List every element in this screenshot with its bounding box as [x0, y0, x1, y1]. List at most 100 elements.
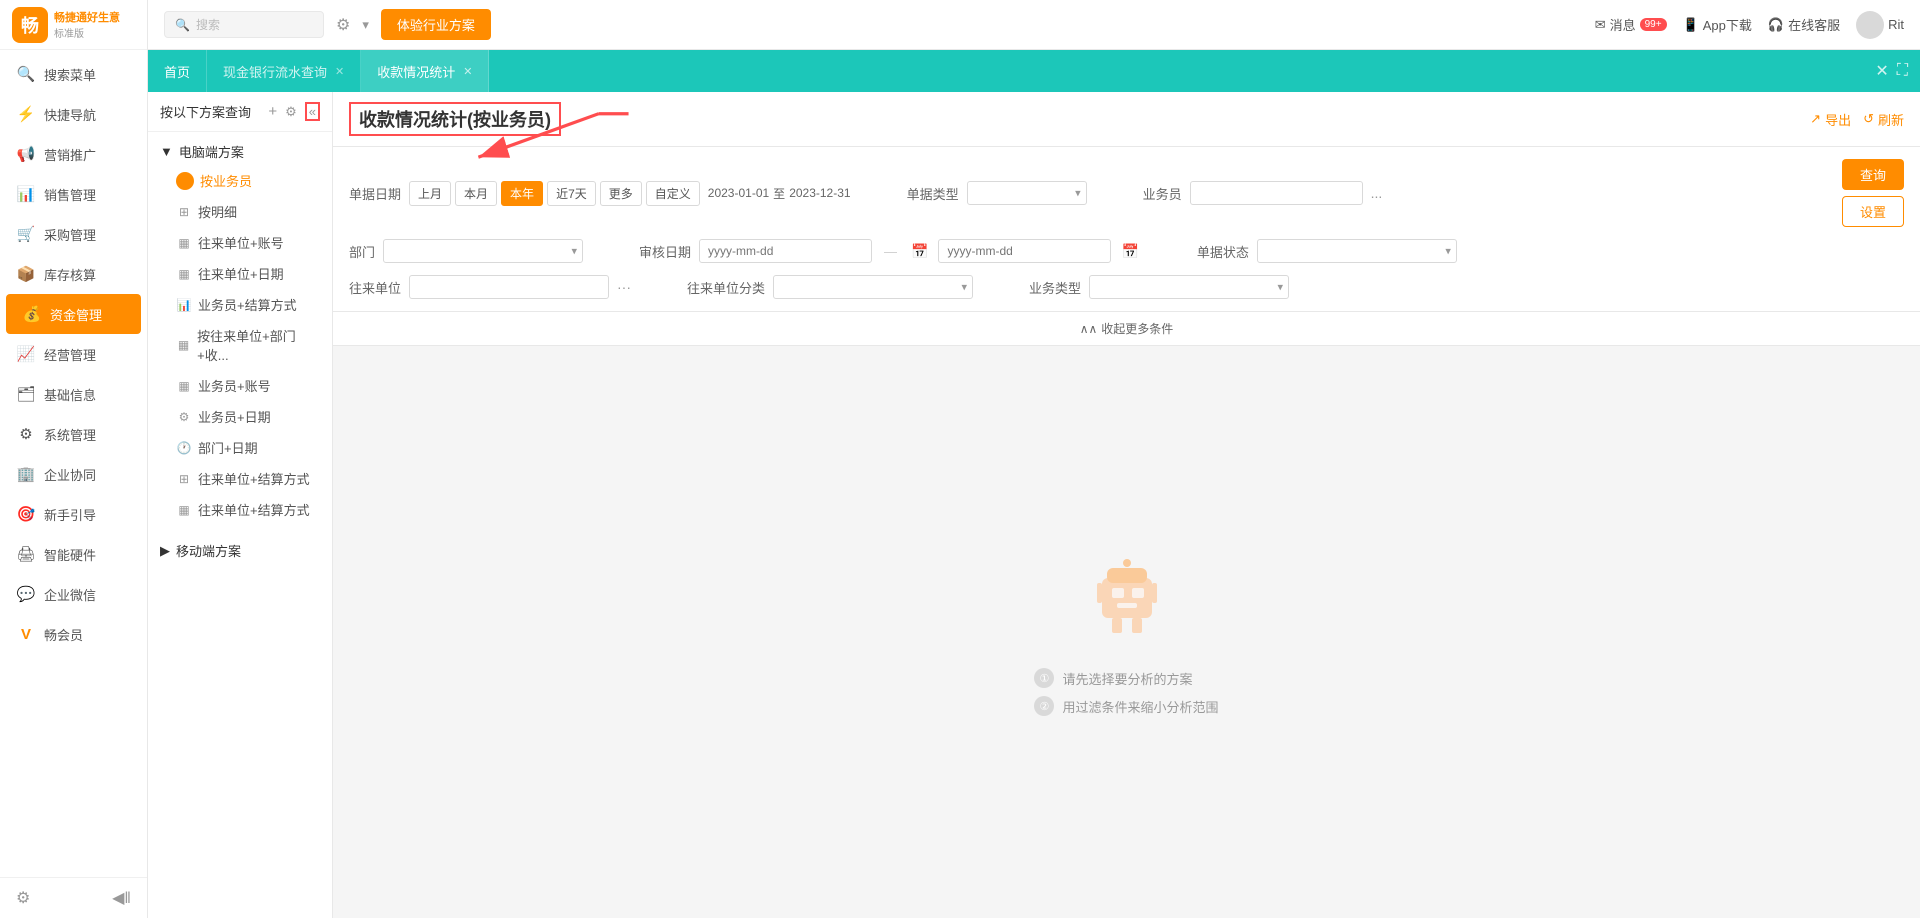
sidebar-item-search[interactable]: 🔍 搜索菜单 — [0, 54, 147, 94]
tab-home[interactable]: 首页 — [148, 50, 207, 92]
business-type-select[interactable] — [1089, 275, 1289, 299]
sidebar-item-system[interactable]: ⚙ 系统管理 — [0, 414, 147, 454]
scheme-item-counterpart-date[interactable]: ▦ 往来单位+日期 — [148, 258, 332, 289]
scheme-add-icon[interactable]: + — [268, 103, 277, 120]
scheme-header-title: 按以下方案查询 — [160, 102, 251, 121]
date-btn-this-year[interactable]: 本年 — [501, 181, 543, 206]
tab-close-window-icon[interactable]: ✕ — [1875, 61, 1888, 81]
scheme-item-salesperson-date[interactable]: ⚙ 业务员+日期 — [148, 401, 332, 432]
filter-salesperson-item: 业务员 ... — [1143, 181, 1383, 205]
online-service-button[interactable]: 🎧 在线客服 — [1768, 15, 1840, 34]
sidebar-item-quick-nav[interactable]: ⚡ 快捷导航 — [0, 94, 147, 134]
sidebar-item-guide[interactable]: 🎯 新手引导 — [0, 494, 147, 534]
tab-collection-stats[interactable]: 收款情况统计 ✕ — [361, 50, 489, 92]
table3-icon: ▦ — [176, 337, 191, 353]
sidebar-item-vip[interactable]: V 畅会员 — [0, 614, 147, 654]
refresh-button[interactable]: ↺ 刷新 — [1863, 110, 1904, 129]
sidebar-item-wechat[interactable]: 💬 企业微信 — [0, 574, 147, 614]
right-content: 收款情况统计(按业务员) ↗ 导出 ↺ 刷新 单据日期 — [333, 92, 1920, 918]
sidebar: 畅 畅捷通好生意 标准版 🔍 搜索菜单 ⚡ 快捷导航 📢 营销推广 📊 销售管理… — [0, 0, 148, 918]
hint-number-2: ② — [1034, 696, 1054, 716]
settings-footer-icon[interactable]: ⚙ — [16, 888, 30, 908]
sidebar-item-label: 库存核算 — [44, 265, 96, 284]
counterpart-input[interactable] — [409, 275, 609, 299]
sidebar-item-enterprise[interactable]: 🏢 企业协同 — [0, 454, 147, 494]
sidebar-item-finance[interactable]: 💰 资金管理 — [6, 294, 141, 334]
export-button[interactable]: ↗ 导出 — [1810, 110, 1851, 129]
sidebar-item-hardware[interactable]: 🖨 智能硬件 — [0, 534, 147, 574]
collapse-bar[interactable]: ∧∧ 收起更多条件 — [333, 312, 1920, 346]
scheme-collapse-icon[interactable]: « — [305, 102, 320, 121]
salesperson-more-icon[interactable]: ... — [1371, 185, 1383, 201]
topbar-right: ✉ 消息 99+ 📱 App下载 🎧 在线客服 Rit — [1595, 11, 1904, 39]
doc-status-label: 单据状态 — [1197, 242, 1249, 261]
scheme-item-label: 业务员+账号 — [198, 376, 271, 395]
sidebar-item-purchase[interactable]: 🛒 采购管理 — [0, 214, 147, 254]
expand-icon: ▼ — [160, 144, 173, 159]
review-date-from-input[interactable] — [699, 239, 872, 263]
scheme-item-counterpart-settlement1[interactable]: ⊞ 往来单位+结算方式 — [148, 463, 332, 494]
sidebar-item-sales[interactable]: 📊 销售管理 — [0, 174, 147, 214]
sidebar-item-inventory[interactable]: 📦 库存核算 — [0, 254, 147, 294]
sidebar-item-marketing[interactable]: 📢 营销推广 — [0, 134, 147, 174]
user-profile[interactable]: Rit — [1856, 11, 1904, 39]
sidebar-item-operations[interactable]: 📈 经营管理 — [0, 334, 147, 374]
department-select[interactable] — [383, 239, 583, 263]
expand-mobile-icon: ▶ — [160, 543, 170, 559]
sales-icon: 📊 — [16, 184, 36, 204]
topbar-search-box[interactable]: 🔍 搜索 — [164, 11, 324, 38]
counterpart-more-icon[interactable]: ··· — [617, 279, 631, 295]
scheme-settings-icon[interactable]: ⚙ — [285, 104, 297, 120]
messages-button[interactable]: ✉ 消息 99+ — [1595, 15, 1667, 34]
topbar-gear-icon[interactable]: ⚙ — [336, 15, 350, 35]
tab-bank-flow[interactable]: 现金银行流水查询 ✕ — [207, 50, 361, 92]
date-btn-last-month[interactable]: 上月 — [409, 181, 451, 206]
counterpart-category-label: 往来单位分类 — [687, 278, 765, 297]
settings-button[interactable]: 设置 — [1842, 196, 1904, 227]
sidebar-item-basic-info[interactable]: 🗂 基础信息 — [0, 374, 147, 414]
scheme-item-salesperson-settlement[interactable]: 📊 业务员+结算方式 — [148, 289, 332, 320]
topbar-chevron-icon[interactable]: ▾ — [362, 17, 369, 33]
doc-status-select[interactable] — [1257, 239, 1457, 263]
chart-icon: 📊 — [176, 297, 192, 313]
refresh-label: 刷新 — [1878, 110, 1904, 129]
messages-label: 消息 — [1610, 15, 1636, 34]
refresh-icon: ↺ — [1863, 111, 1874, 127]
date-btn-custom[interactable]: 自定义 — [646, 181, 700, 206]
scheme-item-salesperson-account[interactable]: ▦ 业务员+账号 — [148, 370, 332, 401]
filter-date-item: 单据日期 上月 本月 本年 近7天 更多 自定义 2023-01-01 至 — [349, 181, 851, 206]
scheme-item-by-salesperson[interactable]: 按业务员 — [148, 165, 332, 196]
tab-maximize-icon[interactable]: ⛶ — [1897, 62, 1908, 80]
scheme-section-desktop-title[interactable]: ▼ 电脑端方案 — [148, 138, 332, 165]
salesperson-input[interactable] — [1190, 181, 1363, 205]
scheme-item-counterpart-account[interactable]: ▦ 往来单位+账号 — [148, 227, 332, 258]
sidebar-item-label: 营销推广 — [44, 145, 96, 164]
scheme-item-label: 按明细 — [198, 202, 237, 221]
sidebar-item-label: 企业微信 — [44, 585, 96, 604]
date-separator: — — [884, 244, 897, 259]
system-icon: ⚙ — [16, 424, 36, 444]
voucher-type-select[interactable] — [967, 181, 1087, 205]
counterpart-category-select[interactable] — [773, 275, 973, 299]
page-actions: ↗ 导出 ↺ 刷新 — [1810, 110, 1904, 129]
date-range-display: 2023-01-01 至 2023-12-31 — [708, 185, 851, 202]
scheme-section-mobile-title[interactable]: ▶ 移动端方案 — [148, 537, 332, 564]
enterprise-icon: 🏢 — [16, 464, 36, 484]
app-download-button[interactable]: 📱 App下载 — [1683, 15, 1752, 34]
scheme-item-counterpart-dept[interactable]: ▦ 按往来单位+部门+收... — [148, 320, 332, 370]
hint-item-2: ② 用过滤条件来缩小分析范围 — [1034, 696, 1218, 716]
collapse-sidebar-icon[interactable]: ◀‖ — [112, 888, 131, 908]
date-btn-7days[interactable]: 近7天 — [547, 181, 596, 206]
date-btn-this-month[interactable]: 本月 — [455, 181, 497, 206]
scheme-item-detail[interactable]: ⊞ 按明细 — [148, 196, 332, 227]
sidebar-item-label: 经营管理 — [44, 345, 96, 364]
query-button[interactable]: 查询 — [1842, 159, 1904, 190]
scheme-item-counterpart-settlement2[interactable]: ▦ 往来单位+结算方式 — [148, 494, 332, 525]
tab-collection-stats-close[interactable]: ✕ — [463, 65, 472, 78]
sidebar-item-label: 基础信息 — [44, 385, 96, 404]
scheme-item-dept-date[interactable]: 🕐 部门+日期 — [148, 432, 332, 463]
trial-button[interactable]: 体验行业方案 — [381, 9, 491, 40]
review-date-to-input[interactable] — [938, 239, 1111, 263]
date-btn-more[interactable]: 更多 — [600, 181, 642, 206]
tab-bank-flow-close[interactable]: ✕ — [335, 65, 344, 78]
